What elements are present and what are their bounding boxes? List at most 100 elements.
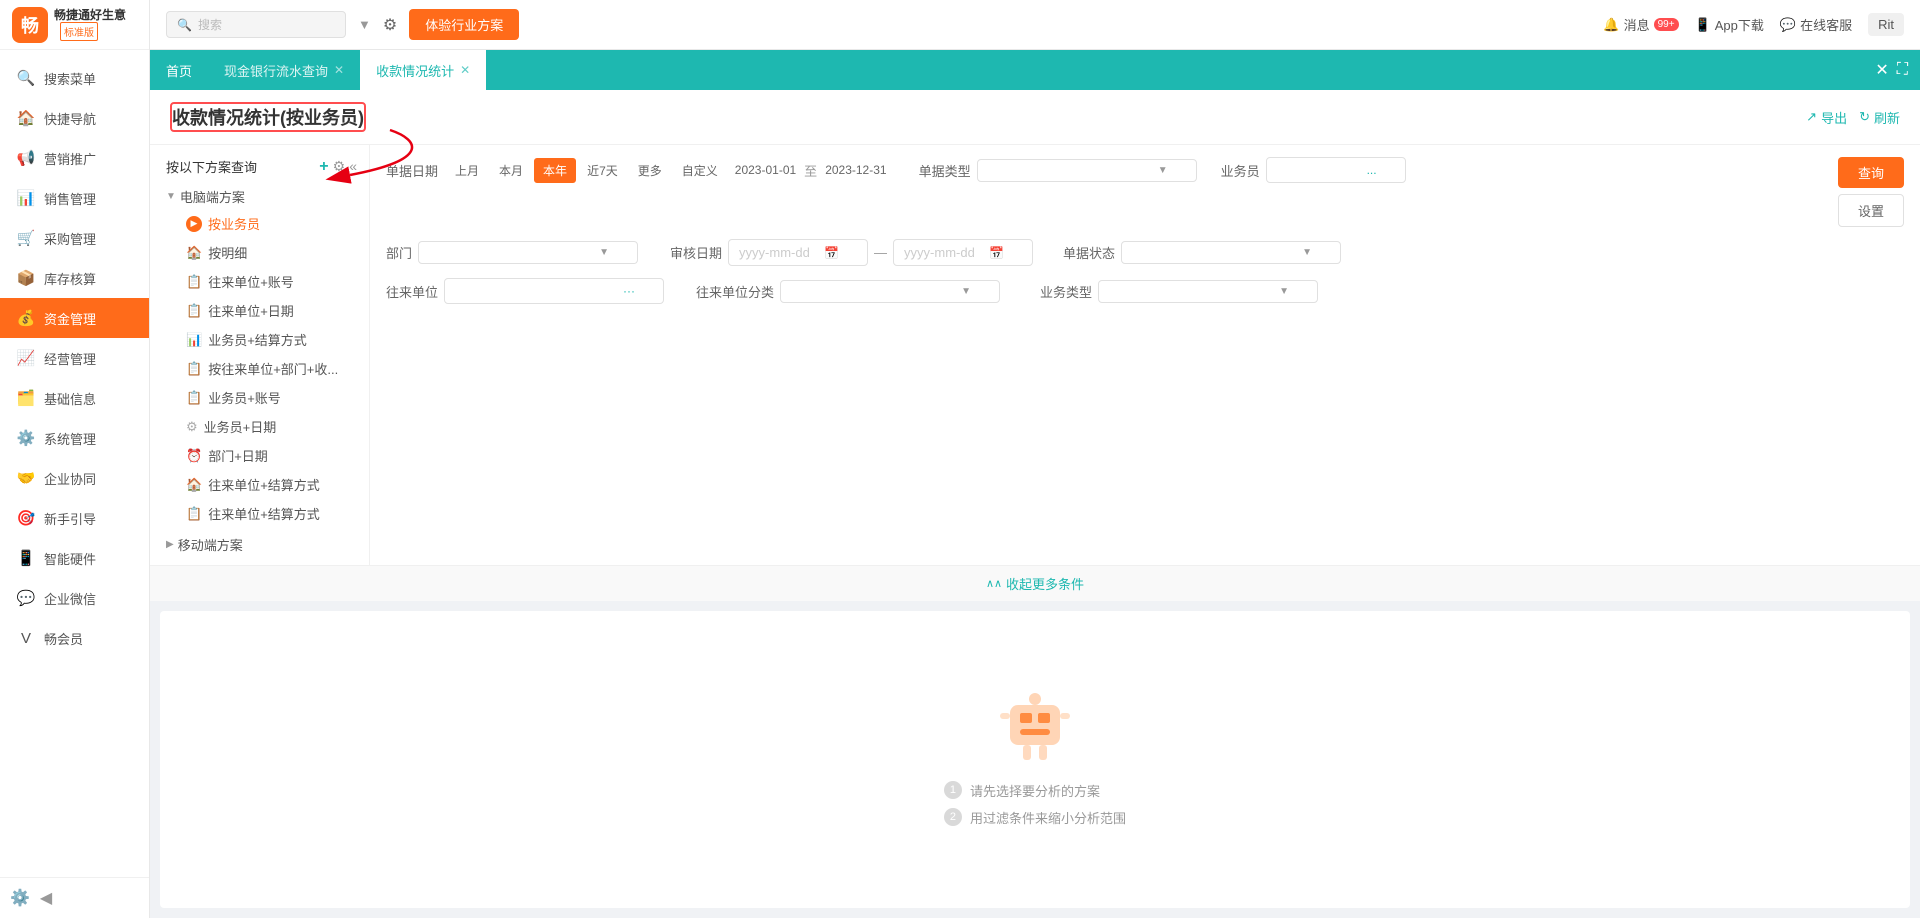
sidebar-item-purchase[interactable]: 🛒 采购管理: [0, 218, 149, 258]
bottom-collapse-icon[interactable]: ◀: [40, 888, 52, 908]
scheme-item-dept-date-icon: ⏰: [186, 448, 202, 464]
filter-action-btns: 查询 设置: [1838, 157, 1904, 227]
scheme-add-btn[interactable]: +: [319, 158, 328, 176]
bottom-settings-icon[interactable]: ⚙️: [10, 888, 30, 908]
doc-status-arrow: ▼: [1302, 247, 1312, 258]
maximize-icon[interactable]: ⛶: [1897, 61, 1908, 79]
nav-icon-inventory: 📦: [16, 268, 36, 288]
scheme-item-salesman-account[interactable]: 📋 业务员+账号: [166, 383, 357, 412]
date-tab-last-month[interactable]: 上月: [446, 158, 488, 183]
doc-type-select[interactable]: ▼: [977, 159, 1197, 182]
collapse-bar[interactable]: ∧∧ 收起更多条件: [150, 565, 1920, 601]
filters-container: 单据日期 上月 本月 本年 近7天 更多 自定义 2023-01-01 至: [370, 145, 1920, 565]
sidebar-item-member[interactable]: V 畅会员: [0, 618, 149, 658]
sidebar-item-finance[interactable]: 💰 资金管理: [0, 298, 149, 338]
step-1-text: 请先选择要分析的方案: [970, 781, 1100, 800]
sidebar-item-marketing[interactable]: 📢 营销推广: [0, 138, 149, 178]
audit-date-to-value: yyyy-mm-dd: [904, 245, 975, 260]
logo-text: 畅捷通好生意 标准版: [54, 8, 126, 41]
sidebar-item-quick-nav[interactable]: 🏠 快捷导航: [0, 98, 149, 138]
dept-select[interactable]: ▼: [418, 241, 638, 264]
page-header: 收款情况统计(按业务员) ↗ 导出 ↻ 刷新: [150, 90, 1920, 145]
trial-btn[interactable]: 体验行业方案: [409, 9, 519, 40]
scheme-group-mobile-header[interactable]: ▶ 移动端方案: [166, 532, 357, 557]
date-tab-last7[interactable]: 近7天: [578, 158, 627, 183]
scheme-settings-btn[interactable]: ⚙: [333, 158, 346, 176]
close-all-icon[interactable]: ✕: [1875, 60, 1888, 80]
nav-icon-search: 🔍: [16, 68, 36, 88]
scheme-item-salesman-date[interactable]: ⚙ 业务员+日期: [166, 412, 357, 441]
sidebar-item-search[interactable]: 🔍 搜索菜单: [0, 58, 149, 98]
date-tab-custom[interactable]: 自定义: [673, 158, 727, 183]
scheme-group-pc-header[interactable]: ▼ 电脑端方案: [166, 184, 357, 209]
tab-home[interactable]: 首页: [150, 50, 208, 90]
scheme-item-unit-settle2[interactable]: 📋 往来单位+结算方式: [166, 499, 357, 528]
notification-btn[interactable]: 🔔 消息 99+: [1603, 15, 1678, 34]
app-download-btn[interactable]: 📱 App下载: [1695, 15, 1764, 34]
topbar-settings-icon[interactable]: ⚙: [383, 15, 397, 35]
scheme-item-unit-dept[interactable]: 📋 按往来单位+部门+收...: [166, 354, 357, 383]
counterpart-category-select[interactable]: ▼: [780, 280, 1000, 303]
sidebar-item-operation[interactable]: 📈 经营管理: [0, 338, 149, 378]
collapse-icon: ∧∧: [986, 577, 1002, 590]
tab-bank-close[interactable]: ✕: [334, 63, 344, 77]
sidebar-item-sales[interactable]: 📊 销售管理: [0, 178, 149, 218]
counterpart-more-btn[interactable]: ···: [623, 284, 635, 298]
export-btn[interactable]: ↗ 导出: [1806, 108, 1847, 127]
step-2-text: 用过滤条件来缩小分析范围: [970, 808, 1126, 827]
salesman-label: 业务员: [1221, 161, 1260, 180]
step-1-num: 1: [944, 781, 962, 799]
sidebar-item-enterprise[interactable]: 🤝 企业协同: [0, 458, 149, 498]
tab-receipt-close[interactable]: ✕: [460, 63, 470, 77]
nav-label-search: 搜索菜单: [44, 69, 96, 88]
refresh-btn[interactable]: ↻ 刷新: [1859, 108, 1900, 127]
online-service-btn[interactable]: 💬 在线客服: [1780, 15, 1852, 34]
filter-row-1: 单据日期 上月 本月 本年 近7天 更多 自定义 2023-01-01 至: [386, 157, 1904, 227]
notification-icon: 🔔: [1603, 17, 1619, 33]
sidebar-item-basic[interactable]: 🗂️ 基础信息: [0, 378, 149, 418]
scheme-item-detail-label: 按明细: [208, 243, 247, 262]
nav-icon-operation: 📈: [16, 348, 36, 368]
group-mobile-expand-icon: ▶: [166, 539, 174, 550]
topbar-dropdown-icon[interactable]: ▼: [358, 17, 371, 32]
nav-icon-enterprise: 🤝: [16, 468, 36, 488]
topbar: 🔍 搜索 ▼ ⚙ 体验行业方案 🔔 消息 99+ 📱 App下载 💬: [150, 0, 1920, 50]
tab-bank[interactable]: 现金银行流水查询 ✕: [208, 50, 360, 90]
user-avatar[interactable]: Rit: [1868, 13, 1904, 36]
date-tab-more[interactable]: 更多: [629, 158, 671, 183]
main-area: 🔍 搜索 ▼ ⚙ 体验行业方案 🔔 消息 99+ 📱 App下载 💬: [150, 0, 1920, 918]
scheme-item-dept-date[interactable]: ⏰ 部门+日期: [166, 441, 357, 470]
query-btn[interactable]: 查询: [1838, 157, 1904, 188]
scheme-item-salesman-settle[interactable]: 📊 业务员+结算方式: [166, 325, 357, 354]
scheme-group-pc: ▼ 电脑端方案 ▶ 按业务员 🏠 按明细 📋: [166, 184, 357, 528]
scheme-item-unit-account[interactable]: 📋 往来单位+账号: [166, 267, 357, 296]
scheme-item-unit-date-label: 往来单位+日期: [208, 301, 294, 320]
tab-receipt[interactable]: 收款情况统计 ✕: [360, 50, 486, 90]
scheme-item-unit-settle1[interactable]: 🏠 往来单位+结算方式: [166, 470, 357, 499]
sidebar-item-inventory[interactable]: 📦 库存核算: [0, 258, 149, 298]
counterpart-select[interactable]: ···: [444, 278, 664, 304]
sidebar-item-guide[interactable]: 🎯 新手引导: [0, 498, 149, 538]
service-icon: 💬: [1780, 17, 1796, 33]
audit-date-to-input[interactable]: yyyy-mm-dd 📅: [893, 239, 1033, 266]
sidebar-item-wechat[interactable]: 💬 企业微信: [0, 578, 149, 618]
sidebar-item-system[interactable]: ⚙️ 系统管理: [0, 418, 149, 458]
nav-icon-wechat: 💬: [16, 588, 36, 608]
scheme-item-unit-date[interactable]: 📋 往来单位+日期: [166, 296, 357, 325]
date-tab-this-month[interactable]: 本月: [490, 158, 532, 183]
salesman-group: 业务员 ...: [1221, 157, 1406, 183]
business-type-select[interactable]: ▼: [1098, 280, 1318, 303]
scheme-item-detail[interactable]: 🏠 按明细: [166, 238, 357, 267]
salesman-select[interactable]: ...: [1266, 157, 1406, 183]
doc-status-label: 单据状态: [1063, 243, 1115, 262]
audit-date-from-input[interactable]: yyyy-mm-dd 📅: [728, 239, 868, 266]
refresh-icon: ↻: [1859, 109, 1870, 125]
settings-btn[interactable]: 设置: [1838, 194, 1904, 227]
date-tab-this-year[interactable]: 本年: [534, 158, 576, 183]
topbar-search[interactable]: 🔍 搜索: [166, 11, 346, 38]
scheme-collapse-btn[interactable]: «: [349, 158, 357, 176]
doc-status-select[interactable]: ▼: [1121, 241, 1341, 264]
scheme-item-salesman[interactable]: ▶ 按业务员: [166, 209, 357, 238]
salesman-more-btn[interactable]: ...: [1367, 163, 1377, 177]
sidebar-item-hardware[interactable]: 📱 智能硬件: [0, 538, 149, 578]
